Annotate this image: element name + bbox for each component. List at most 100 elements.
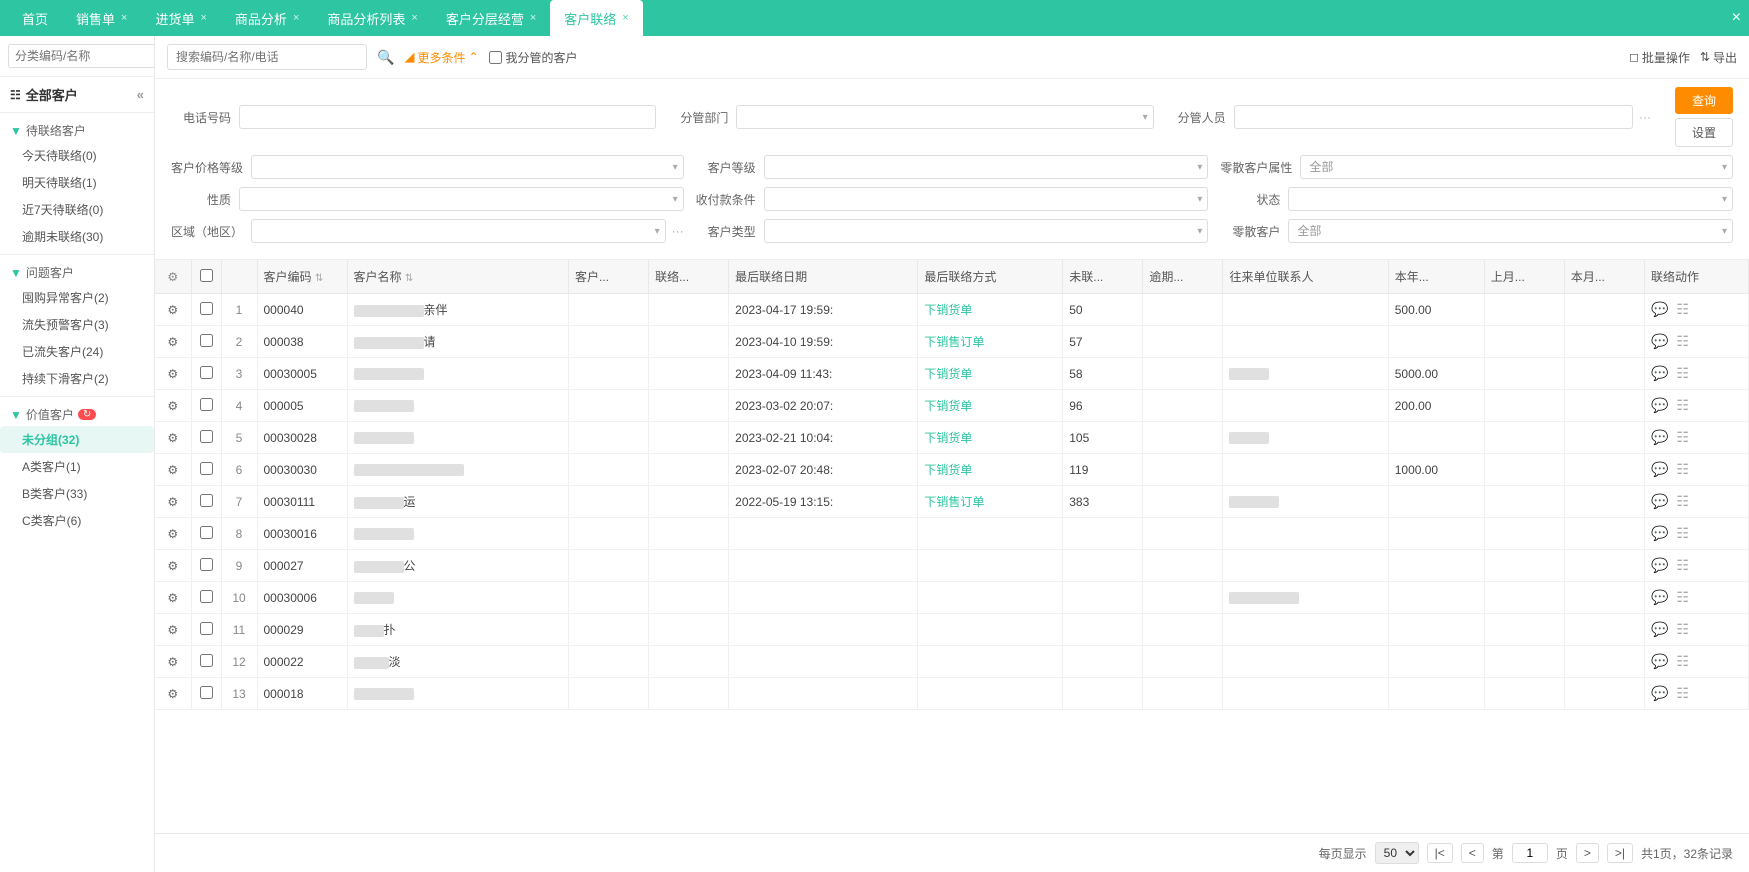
chat-icon[interactable]: 💬 bbox=[1651, 525, 1668, 542]
close-icon[interactable]: × bbox=[200, 12, 206, 24]
my-customers-checkbox-label[interactable]: 我分管的客户 bbox=[489, 49, 578, 66]
more-conditions-button[interactable]: ◢ 更多条件 ⌃ bbox=[404, 49, 478, 66]
close-icon[interactable]: × bbox=[530, 12, 536, 24]
sidebar-item-churn-warning[interactable]: 流失预警客户(3) bbox=[0, 311, 154, 338]
row-checkbox[interactable] bbox=[200, 398, 213, 411]
sidebar-item-today[interactable]: 今天待联络(0) bbox=[0, 142, 154, 169]
th-name[interactable]: 客户名称 ⇅ bbox=[347, 260, 568, 294]
row-checkbox[interactable] bbox=[200, 526, 213, 539]
page-input[interactable] bbox=[1512, 843, 1548, 863]
last-method-link[interactable]: 下销货单 bbox=[924, 463, 972, 477]
retail-customer-select[interactable]: 全部 bbox=[1288, 219, 1733, 243]
last-page-button[interactable]: >| bbox=[1607, 843, 1633, 863]
row-checkbox[interactable] bbox=[200, 334, 213, 347]
per-page-select[interactable]: 50 bbox=[1375, 842, 1419, 864]
all-customers-title[interactable]: ☷ 全部客户 « bbox=[0, 77, 154, 108]
row-gear-icon[interactable]: ⚙ bbox=[167, 335, 178, 349]
customer-type-select[interactable] bbox=[764, 219, 1209, 243]
chat-icon[interactable]: 💬 bbox=[1651, 333, 1668, 350]
tab-purchase[interactable]: 进货单 × bbox=[141, 0, 220, 36]
last-method-link[interactable]: 下销售订单 bbox=[924, 335, 984, 349]
row-checkbox-cell[interactable] bbox=[191, 326, 221, 358]
th-settings[interactable]: ⚙ bbox=[155, 260, 191, 294]
last-method-link[interactable]: 下销售订单 bbox=[924, 495, 984, 509]
row-gear-icon[interactable]: ⚙ bbox=[167, 367, 178, 381]
row-checkbox[interactable] bbox=[200, 590, 213, 603]
row-checkbox-cell[interactable] bbox=[191, 486, 221, 518]
close-icon[interactable]: × bbox=[622, 12, 628, 24]
tab-product-analysis[interactable]: 商品分析 × bbox=[221, 0, 313, 36]
close-window-icon[interactable]: × bbox=[1732, 9, 1741, 27]
sort-icon[interactable]: ⇅ bbox=[315, 273, 323, 284]
th-code[interactable]: 客户编码 ⇅ bbox=[257, 260, 347, 294]
row-checkbox[interactable] bbox=[200, 622, 213, 635]
row-checkbox[interactable] bbox=[200, 654, 213, 667]
retail-attr-select[interactable]: 全部 bbox=[1300, 155, 1733, 179]
row-gear-icon[interactable]: ⚙ bbox=[167, 655, 178, 669]
my-customers-checkbox[interactable] bbox=[489, 51, 502, 64]
collapse-icon[interactable]: « bbox=[137, 87, 144, 102]
last-method-link[interactable]: 下销货单 bbox=[924, 303, 972, 317]
row-gear-icon[interactable]: ⚙ bbox=[167, 463, 178, 477]
chat-icon[interactable]: 💬 bbox=[1651, 397, 1668, 414]
row-gear-icon[interactable]: ⚙ bbox=[167, 687, 178, 701]
sidebar-item-class-b[interactable]: B类客户(33) bbox=[0, 480, 154, 507]
export-button[interactable]: ⇅ 导出 bbox=[1700, 49, 1737, 66]
dept-select[interactable] bbox=[736, 105, 1153, 129]
prev-page-button[interactable]: < bbox=[1461, 843, 1484, 863]
more-icon[interactable]: ··· bbox=[672, 224, 684, 238]
grid-action-icon[interactable]: ☷ bbox=[1676, 493, 1689, 510]
sidebar-item-7days[interactable]: 近7天待联络(0) bbox=[0, 196, 154, 223]
last-method-link[interactable]: 下销货单 bbox=[924, 431, 972, 445]
tab-home[interactable]: 首页 bbox=[8, 0, 62, 36]
row-checkbox-cell[interactable] bbox=[191, 678, 221, 710]
row-checkbox[interactable] bbox=[200, 430, 213, 443]
row-checkbox-cell[interactable] bbox=[191, 614, 221, 646]
group-pending-contact[interactable]: ▼ 待联络客户 bbox=[0, 117, 154, 142]
row-checkbox-cell[interactable] bbox=[191, 550, 221, 582]
sidebar-item-class-c[interactable]: C类客户(6) bbox=[0, 507, 154, 534]
sidebar-item-abnormal[interactable]: 囤购异常客户(2) bbox=[0, 284, 154, 311]
first-page-button[interactable]: |< bbox=[1427, 843, 1453, 863]
row-gear-icon[interactable]: ⚙ bbox=[167, 591, 178, 605]
chat-icon[interactable]: 💬 bbox=[1651, 301, 1668, 318]
tab-customer-contact[interactable]: 客户联络 × bbox=[550, 0, 642, 36]
sidebar-item-ungroup[interactable]: 未分组(32) bbox=[0, 426, 154, 453]
grid-action-icon[interactable]: ☷ bbox=[1676, 653, 1689, 670]
chat-icon[interactable]: 💬 bbox=[1651, 429, 1668, 446]
grid-action-icon[interactable]: ☷ bbox=[1676, 429, 1689, 446]
row-checkbox-cell[interactable] bbox=[191, 582, 221, 614]
row-checkbox[interactable] bbox=[200, 302, 213, 315]
grid-action-icon[interactable]: ☷ bbox=[1676, 525, 1689, 542]
row-checkbox[interactable] bbox=[200, 494, 213, 507]
close-icon[interactable]: × bbox=[293, 12, 299, 24]
row-checkbox[interactable] bbox=[200, 366, 213, 379]
tab-customer-segment[interactable]: 客户分层经营 × bbox=[432, 0, 550, 36]
chat-icon[interactable]: 💬 bbox=[1651, 685, 1668, 702]
last-method-link[interactable]: 下销货单 bbox=[924, 367, 972, 381]
chat-icon[interactable]: 💬 bbox=[1651, 365, 1668, 382]
row-gear-icon[interactable]: ⚙ bbox=[167, 559, 178, 573]
last-method-link[interactable]: 下销货单 bbox=[924, 399, 972, 413]
group-problem-customers[interactable]: ▼ 问题客户 bbox=[0, 259, 154, 284]
chat-icon[interactable]: 💬 bbox=[1651, 557, 1668, 574]
chat-icon[interactable]: 💬 bbox=[1651, 589, 1668, 606]
chat-icon[interactable]: 💬 bbox=[1651, 461, 1668, 478]
row-checkbox[interactable] bbox=[200, 462, 213, 475]
grid-action-icon[interactable]: ☷ bbox=[1676, 621, 1689, 638]
region-select[interactable] bbox=[251, 219, 666, 243]
query-button[interactable]: 查询 bbox=[1675, 87, 1733, 114]
row-gear-icon[interactable]: ⚙ bbox=[167, 303, 178, 317]
gender-select[interactable] bbox=[239, 187, 684, 211]
chat-icon[interactable]: 💬 bbox=[1651, 493, 1668, 510]
grid-action-icon[interactable]: ☷ bbox=[1676, 301, 1689, 318]
row-checkbox-cell[interactable] bbox=[191, 646, 221, 678]
customer-level-select[interactable] bbox=[764, 155, 1209, 179]
row-checkbox[interactable] bbox=[200, 686, 213, 699]
tab-sales[interactable]: 销售单 × bbox=[62, 0, 141, 36]
th-check[interactable] bbox=[191, 260, 221, 294]
grid-action-icon[interactable]: ☷ bbox=[1676, 557, 1689, 574]
sidebar-item-tomorrow[interactable]: 明天待联络(1) bbox=[0, 169, 154, 196]
reset-button[interactable]: 设置 bbox=[1675, 118, 1733, 147]
grid-action-icon[interactable]: ☷ bbox=[1676, 333, 1689, 350]
